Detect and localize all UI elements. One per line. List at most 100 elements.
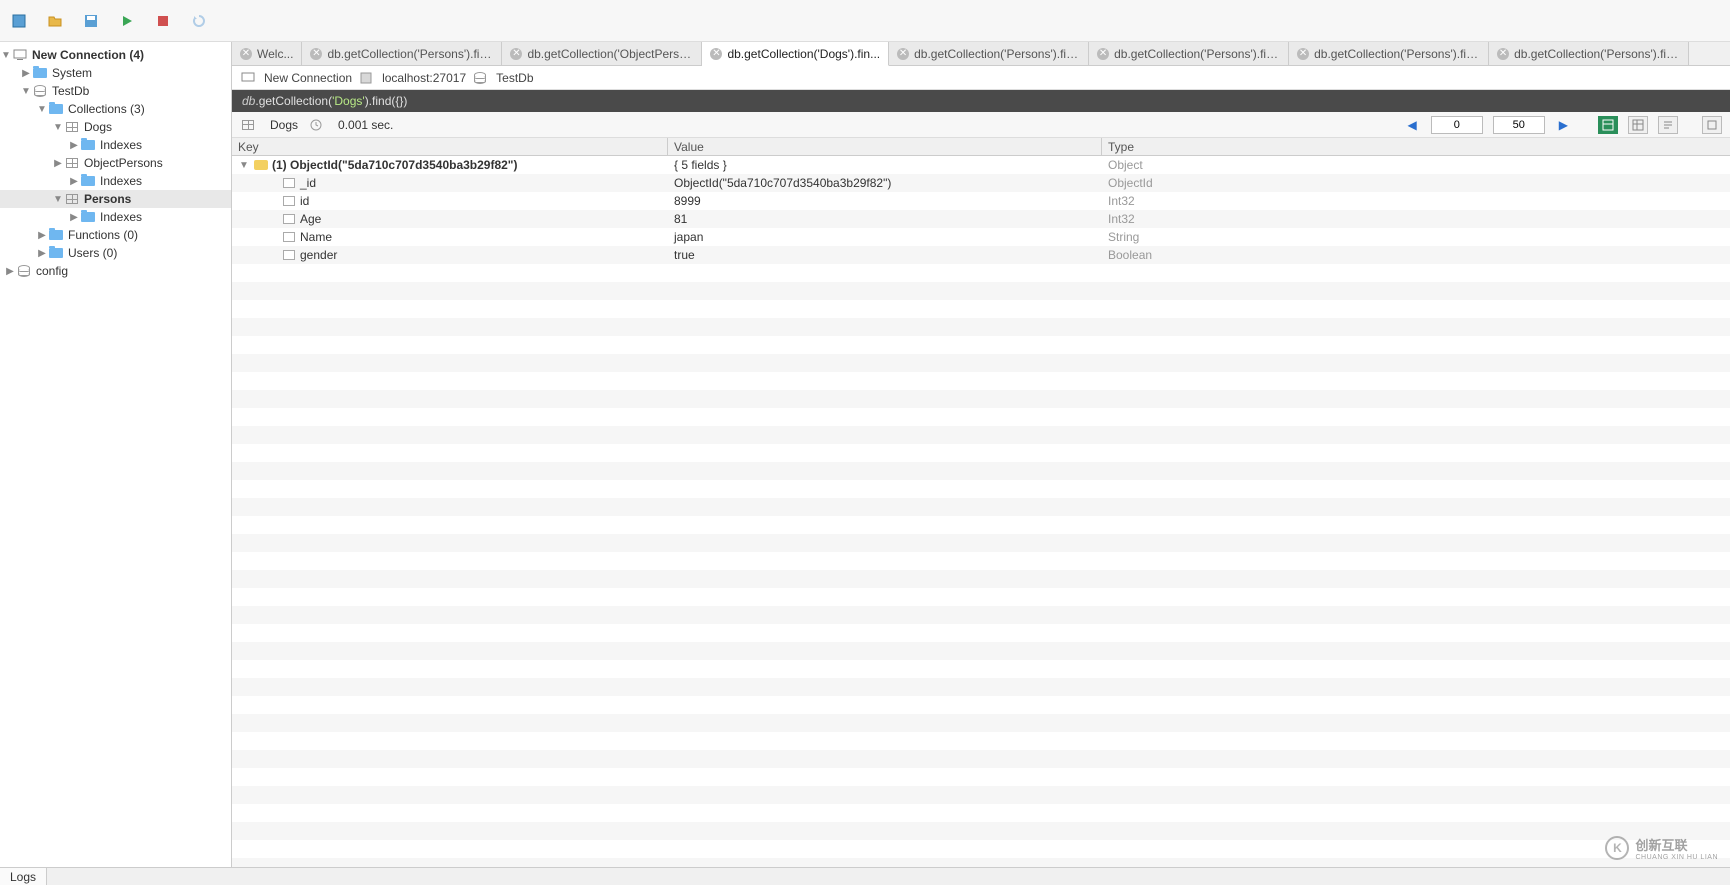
tree-item-label: Collections (3) xyxy=(68,102,145,116)
folder-icon xyxy=(80,210,96,224)
row-value: 81 xyxy=(668,212,1102,226)
tree-item[interactable]: ▶Indexes xyxy=(0,136,231,154)
row-key: Age xyxy=(300,212,321,226)
tree-item[interactable]: ▶ObjectPersons xyxy=(0,154,231,172)
col-key[interactable]: Key xyxy=(232,138,668,155)
run-icon[interactable] xyxy=(118,12,136,30)
row-key: gender xyxy=(300,248,337,262)
row-key: Name xyxy=(300,230,332,244)
editor-tab[interactable]: ✕db.getCollection('Persons').fin... xyxy=(1289,42,1489,65)
tree-item[interactable]: ▶Indexes xyxy=(0,208,231,226)
server-icon xyxy=(358,71,374,85)
tree-item-label: ObjectPersons xyxy=(84,156,163,170)
row-type: Object xyxy=(1102,158,1730,172)
connect-icon[interactable] xyxy=(10,12,28,30)
close-icon[interactable]: ✕ xyxy=(1297,48,1309,60)
refresh-icon[interactable] xyxy=(190,12,208,30)
computer-icon xyxy=(240,71,256,85)
connection-tree: ▼ New Connection (4) ▶System▼TestDb▼Coll… xyxy=(0,42,232,867)
status-bar: Logs xyxy=(0,867,1730,885)
twisty-icon: ▶ xyxy=(36,248,48,259)
close-icon[interactable]: ✕ xyxy=(310,48,322,60)
field-icon xyxy=(282,195,296,207)
tab-label: db.getCollection('Persons').fin... xyxy=(1514,47,1680,61)
tree-item[interactable]: ▶ Users (0) xyxy=(0,244,231,262)
row-type: Int32 xyxy=(1102,194,1730,208)
grid-row[interactable]: gendertrueBoolean xyxy=(232,246,1730,264)
breadcrumb: New Connection localhost:27017 TestDb xyxy=(232,66,1730,90)
folder-icon xyxy=(48,102,64,116)
tree-item-label: Functions (0) xyxy=(68,228,138,242)
page-prev-button[interactable]: ◀ xyxy=(1404,118,1421,132)
collection-icon xyxy=(64,120,80,134)
editor-tab[interactable]: ✕db.getCollection('Persons').fin... xyxy=(302,42,502,65)
twisty-icon: ▼ xyxy=(20,86,32,97)
close-icon[interactable]: ✕ xyxy=(1497,48,1509,60)
view-tree-button[interactable] xyxy=(1598,116,1618,134)
stop-icon[interactable] xyxy=(154,12,172,30)
grid-row[interactable]: ▼(1) ObjectId("5da710c707d3540ba3b29f82"… xyxy=(232,156,1730,174)
grid-row[interactable]: NamejapanString xyxy=(232,228,1730,246)
twisty-icon: ▶ xyxy=(36,230,48,241)
tree-item[interactable]: ▶ Functions (0) xyxy=(0,226,231,244)
view-table-button[interactable] xyxy=(1628,116,1648,134)
tree-item-label: System xyxy=(52,66,92,80)
editor-tab[interactable]: ✕ db.getCollection('Persons').fin... xyxy=(1489,42,1689,65)
tree-item[interactable]: ▶config xyxy=(0,262,231,280)
field-icon xyxy=(282,249,296,261)
result-grid-header: Key Value Type xyxy=(232,138,1730,156)
editor-tab[interactable]: ✕db.getCollection('Dogs').fin... xyxy=(702,42,889,66)
popout-button[interactable] xyxy=(1702,116,1722,134)
open-icon[interactable] xyxy=(46,12,64,30)
tree-item-label: Users (0) xyxy=(68,246,117,260)
row-type: Boolean xyxy=(1102,248,1730,262)
editor-tab[interactable]: ✕db.getCollection('Persons').fin... xyxy=(889,42,1089,65)
editor-tab[interactable]: ✕db.getCollection('Persons').fin... xyxy=(1089,42,1289,65)
watermark-logo-icon: K xyxy=(1605,836,1629,860)
grid-icon xyxy=(240,118,256,132)
tree-item[interactable]: ▼Dogs xyxy=(0,118,231,136)
collection-icon xyxy=(64,192,80,206)
page-skip-input[interactable] xyxy=(1431,116,1483,134)
twisty-icon: ▶ xyxy=(68,140,80,151)
col-type[interactable]: Type xyxy=(1102,138,1730,155)
editor-tab[interactable]: ✕ db.getCollection('ObjectPersons').fi... xyxy=(502,42,702,65)
tree-item[interactable]: ▶System xyxy=(0,64,231,82)
tree-item-label: Dogs xyxy=(84,120,112,134)
close-icon[interactable]: ✕ xyxy=(897,48,909,60)
row-type: Int32 xyxy=(1102,212,1730,226)
result-grid[interactable]: ▼(1) ObjectId("5da710c707d3540ba3b29f82"… xyxy=(232,156,1730,867)
tab-label: db.getCollection('ObjectPersons').fi... xyxy=(527,47,693,61)
folder-icon xyxy=(48,228,64,242)
close-icon[interactable]: ✕ xyxy=(1097,48,1109,60)
tree-item-label: Persons xyxy=(84,192,131,206)
col-value[interactable]: Value xyxy=(668,138,1102,155)
save-icon[interactable] xyxy=(82,12,100,30)
tree-item[interactable]: ▼Persons xyxy=(0,190,231,208)
folder-icon xyxy=(80,174,96,188)
editor-tab[interactable]: ✕Welc... xyxy=(232,42,302,65)
grid-row[interactable]: _idObjectId("5da710c707d3540ba3b29f82")O… xyxy=(232,174,1730,192)
watermark: K 创新互联 CHUANG XIN HU LIAN xyxy=(1605,835,1718,861)
tree-item[interactable]: ▶Indexes xyxy=(0,172,231,190)
twisty-icon: ▼ xyxy=(0,50,12,61)
grid-row[interactable]: id8999Int32 xyxy=(232,192,1730,210)
tree-item[interactable]: ▼TestDb xyxy=(0,82,231,100)
close-icon[interactable]: ✕ xyxy=(240,48,252,60)
tree-item[interactable]: ▼ Collections (3) xyxy=(0,100,231,118)
database-icon xyxy=(472,71,488,85)
page-limit-input[interactable] xyxy=(1493,116,1545,134)
row-value: { 5 fields } xyxy=(668,158,1102,172)
view-text-button[interactable] xyxy=(1658,116,1678,134)
twisty-icon: ▼ xyxy=(36,104,48,115)
grid-row[interactable]: Age 81Int32 xyxy=(232,210,1730,228)
close-icon[interactable]: ✕ xyxy=(710,48,722,60)
field-icon xyxy=(282,231,296,243)
clock-icon xyxy=(308,118,324,132)
page-next-button[interactable]: ▶ xyxy=(1555,118,1572,132)
row-key: (1) ObjectId("5da710c707d3540ba3b29f82") xyxy=(272,158,518,172)
close-icon[interactable]: ✕ xyxy=(510,48,522,60)
query-editor[interactable]: db.getCollection('Dogs').find({}) xyxy=(232,90,1730,112)
logs-tab[interactable]: Logs xyxy=(0,868,47,885)
tree-root[interactable]: ▼ New Connection (4) xyxy=(0,46,231,64)
